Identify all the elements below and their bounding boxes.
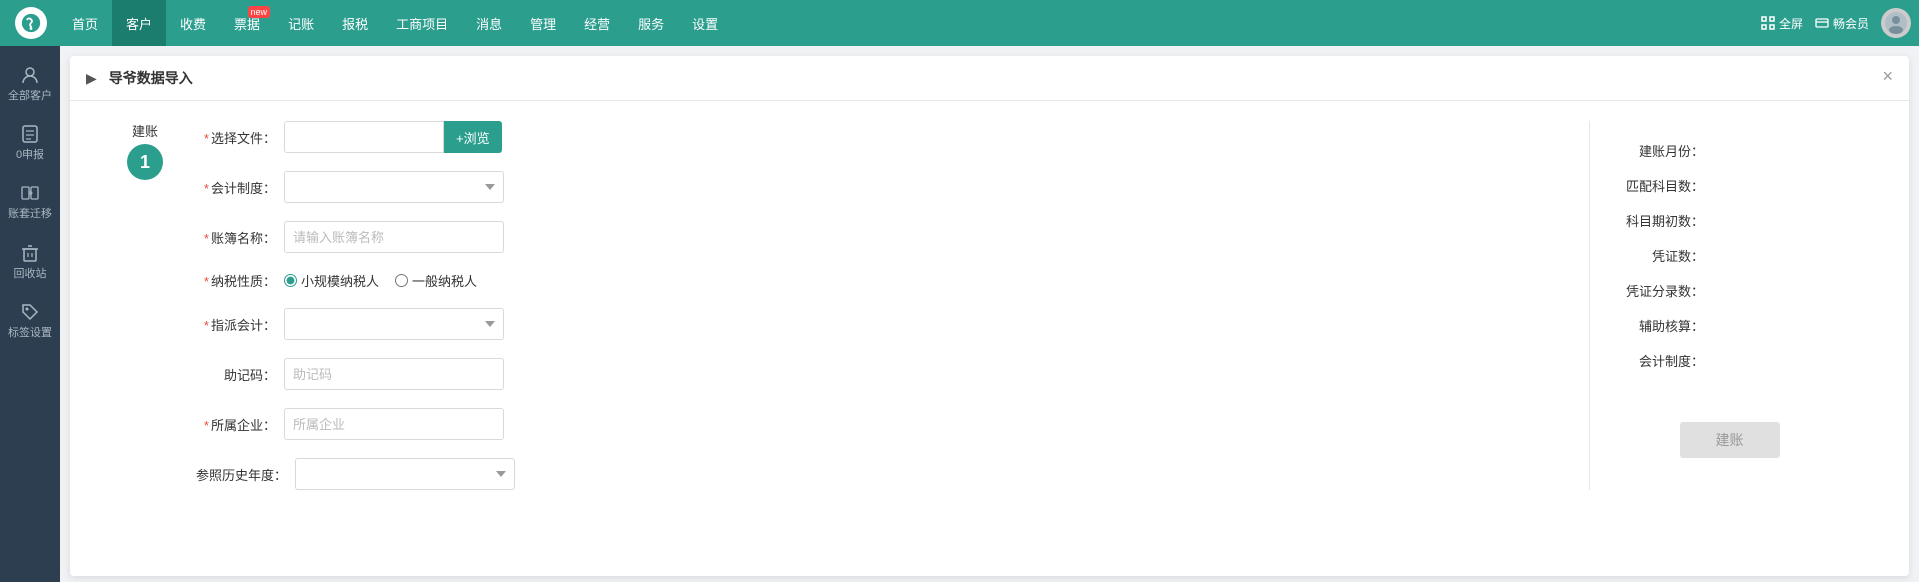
dialog-header: ▶ 导爷数据导入 × bbox=[70, 56, 1909, 101]
file-label: *选择文件： bbox=[196, 128, 276, 147]
file-row: *选择文件： +浏览 bbox=[196, 121, 1549, 153]
logo-circle bbox=[15, 7, 47, 39]
voucher-entries-label: 凭证分录数： bbox=[1614, 281, 1704, 300]
ledger-name-row: *账簿名称： bbox=[196, 221, 1549, 253]
nav-item-home[interactable]: 首页 bbox=[58, 0, 112, 46]
ledger-name-label: *账簿名称： bbox=[196, 228, 276, 247]
sidebar-item-tags[interactable]: 标签设置 bbox=[0, 293, 60, 348]
sidebar: 全部客户 0申报 账套迁移 bbox=[0, 46, 60, 582]
auxiliary-accounting-label: 辅助核算： bbox=[1614, 316, 1704, 335]
tax-type-label: *纳税性质： bbox=[196, 271, 276, 290]
right-accounting-system-row: 会计制度： bbox=[1614, 351, 1845, 370]
form-fields: *选择文件： +浏览 *会计制度： bbox=[196, 121, 1549, 490]
assigned-accountant-select[interactable] bbox=[284, 308, 504, 340]
dialog-title: 导爷数据导入 bbox=[109, 68, 193, 88]
auxiliary-accounting-row: 辅助核算： bbox=[1614, 316, 1845, 335]
browse-button[interactable]: +浏览 bbox=[444, 121, 502, 153]
history-year-select[interactable] bbox=[295, 458, 515, 490]
right-accounting-system-label: 会计制度： bbox=[1614, 351, 1704, 370]
nav-item-invoice[interactable]: 票据 new bbox=[220, 0, 274, 46]
avatar[interactable] bbox=[1881, 8, 1911, 38]
dialog-box: ▶ 导爷数据导入 × 建账 1 bbox=[70, 56, 1909, 576]
nav-item-service[interactable]: 服务 bbox=[624, 0, 678, 46]
new-badge: new bbox=[248, 6, 271, 18]
file-input[interactable] bbox=[284, 121, 444, 153]
logo-area[interactable] bbox=[8, 0, 54, 46]
main-layout: 全部客户 0申报 账套迁移 bbox=[0, 46, 1919, 582]
history-year-label: 参照历史年度： bbox=[196, 465, 287, 484]
tax-type-row: *纳税性质： 小规模纳税人 一般纳税人 bbox=[196, 271, 1549, 290]
assigned-accountant-label: *指派会计： bbox=[196, 315, 276, 334]
top-nav: 首页 客户 收费 票据 new 记账 报税 工商项目 消息 管理 经营 服务 设… bbox=[0, 0, 1919, 46]
vip-btn[interactable]: 畅会员 bbox=[1815, 15, 1869, 32]
memo-code-row: 助记码： bbox=[196, 358, 1549, 390]
report-icon bbox=[19, 123, 41, 145]
company-row: *所属企业： bbox=[196, 408, 1549, 440]
step-label: 建账 bbox=[132, 121, 158, 140]
match-subjects-row: 匹配科目数： bbox=[1614, 176, 1845, 195]
sidebar-item-all-clients[interactable]: 全部客户 bbox=[0, 56, 60, 111]
import-icon: ▶ bbox=[86, 70, 97, 87]
history-year-row: 参照历史年度： bbox=[196, 458, 1549, 490]
company-label: *所属企业： bbox=[196, 415, 276, 434]
initial-subjects-row: 科目期初数： bbox=[1614, 211, 1845, 230]
radio-general-taxpayer[interactable]: 一般纳税人 bbox=[395, 271, 477, 290]
voucher-entries-row: 凭证分录数： bbox=[1614, 281, 1845, 300]
voucher-count-label: 凭证数： bbox=[1614, 246, 1704, 265]
form-body: 建账 1 *选择文件： +浏览 bbox=[70, 101, 1909, 510]
radio-small-taxpayer[interactable]: 小规模纳税人 bbox=[284, 271, 379, 290]
tax-radio-group: 小规模纳税人 一般纳税人 bbox=[284, 271, 477, 290]
build-month-row: 建账月份： bbox=[1614, 141, 1845, 160]
assigned-accountant-row: *指派会计： bbox=[196, 308, 1549, 340]
right-panel: 建账月份： 匹配科目数： 科目期初数： 凭证数： bbox=[1589, 121, 1869, 490]
nav-item-fee[interactable]: 收费 bbox=[166, 0, 220, 46]
nav-items: 首页 客户 收费 票据 new 记账 报税 工商项目 消息 管理 经营 服务 设… bbox=[58, 0, 1761, 46]
accounting-system-select[interactable] bbox=[284, 171, 504, 203]
build-month-label: 建账月份： bbox=[1614, 141, 1704, 160]
nav-item-bookkeeping[interactable]: 记账 bbox=[274, 0, 328, 46]
tag-icon bbox=[19, 301, 41, 323]
sidebar-item-trash[interactable]: 回收站 bbox=[0, 234, 60, 289]
sidebar-item-migrate[interactable]: 账套迁移 bbox=[0, 174, 60, 229]
user-icon bbox=[19, 64, 41, 86]
nav-right: 全屏 畅会员 bbox=[1761, 8, 1911, 38]
nav-item-operation[interactable]: 经营 bbox=[570, 0, 624, 46]
content-area: ▶ 导爷数据导入 × 建账 1 bbox=[60, 46, 1919, 582]
build-account-button[interactable]: 建账 bbox=[1680, 422, 1780, 458]
sidebar-item-label-tags: 标签设置 bbox=[8, 327, 52, 340]
nav-item-business[interactable]: 工商项目 bbox=[382, 0, 462, 46]
close-button[interactable]: × bbox=[1882, 66, 1893, 87]
step-badge-area: 建账 1 bbox=[110, 121, 180, 180]
memo-code-input[interactable] bbox=[284, 358, 504, 390]
nav-item-manage[interactable]: 管理 bbox=[516, 0, 570, 46]
initial-subjects-label: 科目期初数： bbox=[1614, 211, 1704, 230]
sidebar-item-zero-report[interactable]: 0申报 bbox=[0, 115, 60, 170]
sidebar-item-label-all-clients: 全部客户 bbox=[8, 90, 52, 103]
accounting-system-row: *会计制度： bbox=[196, 171, 1549, 203]
vip-label: 畅会员 bbox=[1833, 15, 1869, 32]
step-section: 建账 1 *选择文件： +浏览 bbox=[110, 121, 1549, 490]
accounting-system-label: *会计制度： bbox=[196, 178, 276, 197]
voucher-count-row: 凭证数： bbox=[1614, 246, 1845, 265]
nav-item-tax[interactable]: 报税 bbox=[328, 0, 382, 46]
file-input-group: +浏览 bbox=[284, 121, 502, 153]
trash-icon bbox=[19, 242, 41, 264]
nav-item-clients[interactable]: 客户 bbox=[112, 0, 166, 46]
fullscreen-btn[interactable]: 全屏 bbox=[1761, 15, 1803, 32]
match-subjects-label: 匹配科目数： bbox=[1614, 176, 1704, 195]
sidebar-item-label-trash: 回收站 bbox=[14, 268, 47, 281]
ledger-name-input[interactable] bbox=[284, 221, 504, 253]
sidebar-item-label-zero-report: 0申报 bbox=[16, 149, 44, 162]
step-circle: 1 bbox=[127, 144, 163, 180]
fullscreen-label: 全屏 bbox=[1779, 15, 1803, 32]
nav-item-message[interactable]: 消息 bbox=[462, 0, 516, 46]
memo-code-label: 助记码： bbox=[196, 365, 276, 384]
sidebar-item-label-migrate: 账套迁移 bbox=[8, 208, 52, 221]
nav-item-settings[interactable]: 设置 bbox=[678, 0, 732, 46]
migrate-icon bbox=[19, 182, 41, 204]
company-input[interactable] bbox=[284, 408, 504, 440]
